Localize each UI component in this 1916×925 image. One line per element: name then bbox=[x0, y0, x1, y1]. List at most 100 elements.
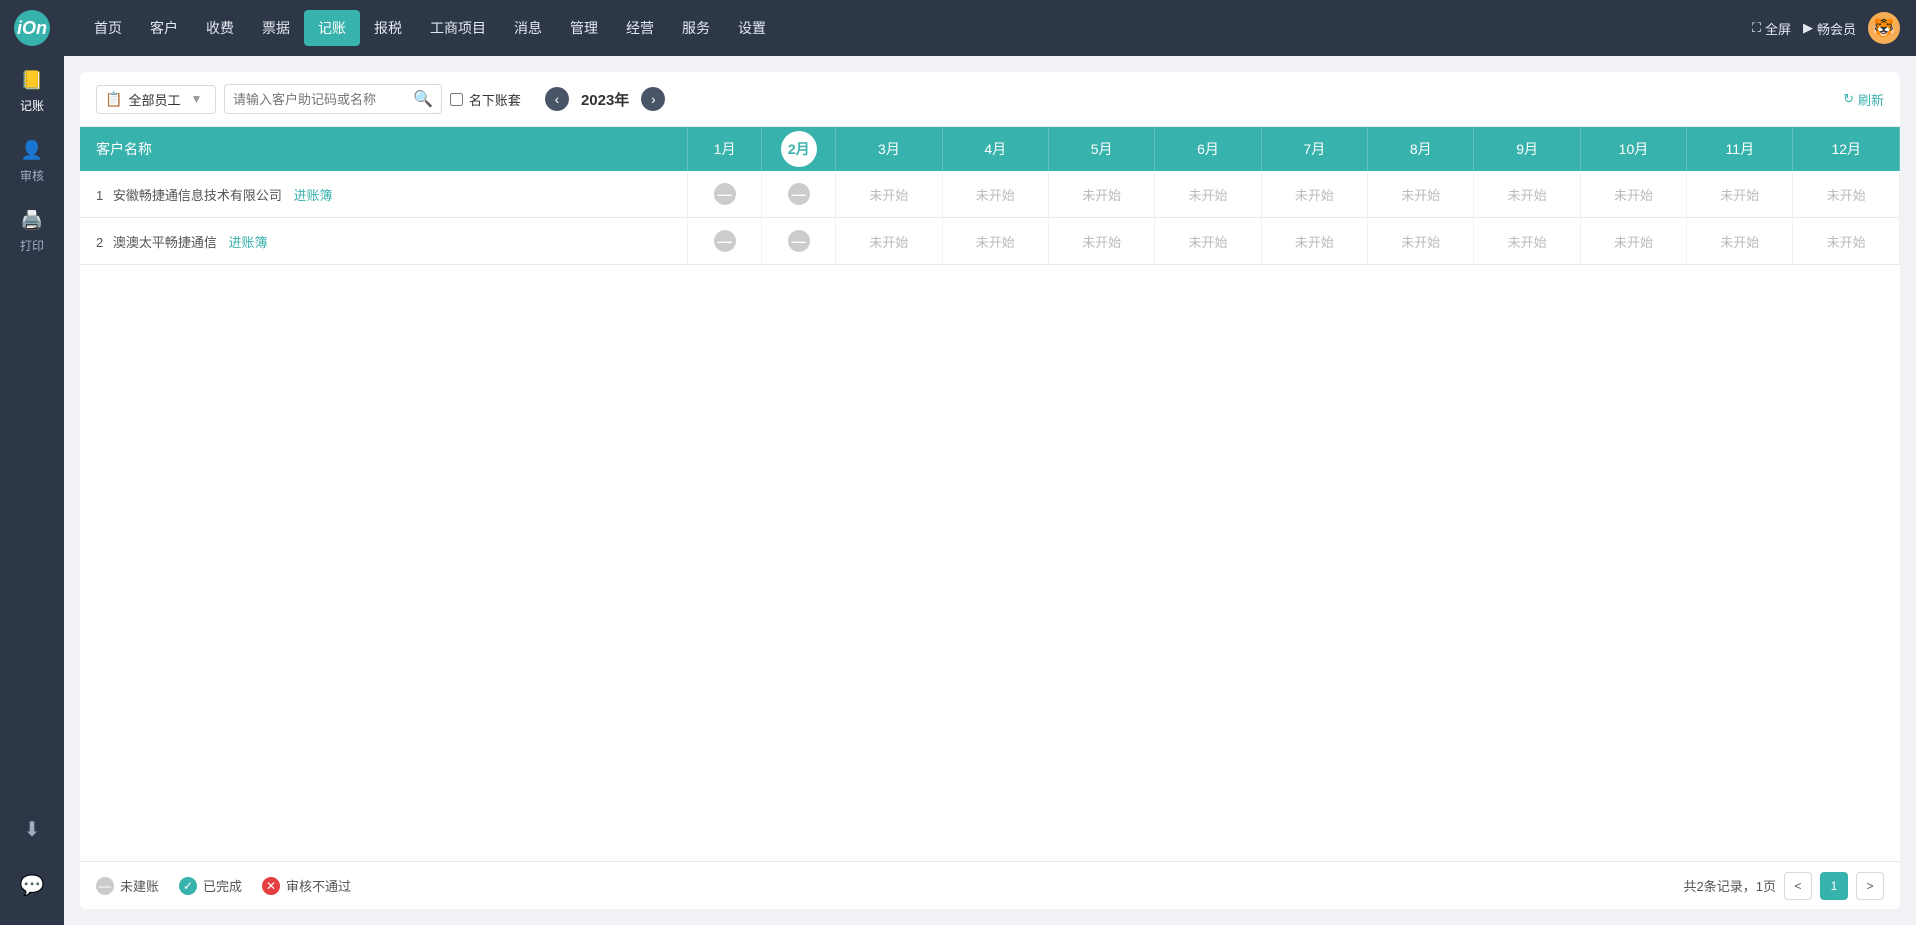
page-1-button[interactable]: 1 bbox=[1820, 872, 1848, 900]
prev-page-button[interactable]: < bbox=[1784, 872, 1812, 900]
download-icon[interactable]: ⬇ bbox=[0, 805, 64, 853]
sidebar-item-label: 打印 bbox=[20, 237, 44, 254]
content-area: 📋 全部员工 ▼ 🔍 名下账套 ‹ 2023年 › bbox=[64, 56, 1916, 925]
not-started-dec-1: 未开始 bbox=[1827, 188, 1866, 203]
col-sep: 9月 bbox=[1474, 127, 1580, 171]
nav-tax[interactable]: 报税 bbox=[360, 10, 416, 46]
search-icon[interactable]: 🔍 bbox=[413, 89, 433, 109]
legend-dot-teal: ✓ bbox=[179, 877, 197, 895]
not-started-mar-1: 未开始 bbox=[869, 188, 908, 203]
fullscreen-label: 全屏 bbox=[1765, 19, 1791, 38]
vip-icon: ▶ bbox=[1803, 20, 1813, 36]
col-client-name: 客户名称 bbox=[80, 127, 688, 171]
legend-label-done: 已完成 bbox=[203, 876, 242, 895]
next-year-button[interactable]: › bbox=[641, 87, 665, 111]
table-row: 1 安徽畅捷通信息技术有限公司 进账簿 — — 未开始 未开始 未开始 未开始 … bbox=[80, 171, 1900, 218]
refresh-label: 刷新 bbox=[1858, 90, 1884, 109]
next-page-button[interactable]: > bbox=[1856, 872, 1884, 900]
nav-business[interactable]: 工商项目 bbox=[416, 10, 500, 46]
nav-right: ⛶ 全屏 ▶ 畅会员 🐯 bbox=[1752, 12, 1900, 44]
checkbox-input[interactable] bbox=[450, 93, 463, 106]
checkbox-label: 名下账套 bbox=[469, 90, 521, 109]
cell-apr-2: 未开始 bbox=[942, 218, 1048, 265]
row-index-1: 1 bbox=[96, 188, 103, 203]
not-started-may-1: 未开始 bbox=[1082, 188, 1121, 203]
not-started-jul-2: 未开始 bbox=[1295, 235, 1334, 250]
cell-oct-2: 未开始 bbox=[1580, 218, 1686, 265]
not-started-apr-1: 未开始 bbox=[976, 188, 1015, 203]
cell-sep-2: 未开始 bbox=[1474, 218, 1580, 265]
sidebar-item-accounting[interactable]: 📒 记账 bbox=[0, 56, 64, 126]
cell-may-2: 未开始 bbox=[1048, 218, 1154, 265]
under-account-checkbox[interactable]: 名下账套 bbox=[450, 90, 521, 109]
chat-icon[interactable]: 💬 bbox=[0, 861, 64, 909]
employee-select-label: 全部员工 bbox=[128, 90, 180, 109]
cell-feb-2: — bbox=[762, 218, 836, 265]
cell-jun-2: 未开始 bbox=[1155, 218, 1261, 265]
not-started-aug-2: 未开始 bbox=[1401, 235, 1440, 250]
fullscreen-icon: ⛶ bbox=[1752, 20, 1761, 36]
enter-link-1[interactable]: 进账簿 bbox=[294, 188, 333, 203]
total-count: 共2条记录，1页 bbox=[1684, 876, 1776, 895]
not-started-sep-2: 未开始 bbox=[1508, 235, 1547, 250]
nav-home[interactable]: 首页 bbox=[80, 10, 136, 46]
main-area: 首页 客户 收费 票据 记账 报税 工商项目 消息 管理 经营 服务 设置 ⛶ … bbox=[64, 0, 1916, 925]
sidebar-item-print[interactable]: 🖨️ 打印 bbox=[0, 196, 64, 266]
fullscreen-button[interactable]: ⛶ 全屏 bbox=[1752, 19, 1791, 38]
accounting-icon: 📒 bbox=[20, 69, 44, 93]
legend-dot-gray: — bbox=[96, 877, 114, 895]
pagination: 共2条记录，1页 < 1 > bbox=[1684, 872, 1884, 900]
not-started-nov-1: 未开始 bbox=[1720, 188, 1759, 203]
audit-icon: 👤 bbox=[20, 139, 44, 163]
current-month-circle: 2月 bbox=[781, 131, 817, 167]
employee-icon: 📋 bbox=[105, 91, 122, 108]
nav-message[interactable]: 消息 bbox=[500, 10, 556, 46]
top-nav: 首页 客户 收费 票据 记账 报税 工商项目 消息 管理 经营 服务 设置 ⛶ … bbox=[64, 0, 1916, 56]
nav-operation[interactable]: 经营 bbox=[612, 10, 668, 46]
prev-year-button[interactable]: ‹ bbox=[545, 87, 569, 111]
col-dec: 12月 bbox=[1793, 127, 1900, 171]
cell-nov-2: 未开始 bbox=[1687, 218, 1793, 265]
cell-nov-1: 未开始 bbox=[1687, 171, 1793, 218]
nav-accounting[interactable]: 记账 bbox=[304, 10, 360, 46]
nav-fee[interactable]: 收费 bbox=[192, 10, 248, 46]
legend-label-rejected: 审核不通过 bbox=[286, 876, 351, 895]
col-mar: 3月 bbox=[836, 127, 942, 171]
not-started-nov-2: 未开始 bbox=[1720, 235, 1759, 250]
search-input[interactable] bbox=[233, 92, 409, 107]
app-logo: iOn bbox=[0, 0, 64, 56]
table-row: 2 澳澳太平畅捷通信 进账簿 — — 未开始 未开始 未开始 未开始 未开始 未… bbox=[80, 218, 1900, 265]
vip-label: 畅会员 bbox=[1817, 19, 1856, 38]
nav-settings[interactable]: 设置 bbox=[724, 10, 780, 46]
legend-rejected: ✕ 审核不通过 bbox=[262, 876, 351, 895]
cell-aug-1: 未开始 bbox=[1368, 171, 1474, 218]
cell-jan-2: — bbox=[688, 218, 762, 265]
nav-customer[interactable]: 客户 bbox=[136, 10, 192, 46]
table-footer: — 未建账 ✓ 已完成 ✕ 审核不通过 共2条记录，1页 < 1 > bbox=[80, 861, 1900, 909]
sidebar: iOn 📒 记账 👤 审核 🖨️ 打印 ⬇ 💬 bbox=[0, 0, 64, 925]
sidebar-item-audit[interactable]: 👤 审核 bbox=[0, 126, 64, 196]
cell-feb-1: — bbox=[762, 171, 836, 218]
sidebar-bottom: ⬇ 💬 bbox=[0, 805, 64, 925]
year-display: 2023年 bbox=[581, 89, 629, 110]
status-dot-feb-1: — bbox=[788, 183, 810, 205]
cell-aug-2: 未开始 bbox=[1368, 218, 1474, 265]
legend-not-built: — 未建账 bbox=[96, 876, 159, 895]
status-dot-jan-2: — bbox=[714, 230, 736, 252]
user-avatar[interactable]: 🐯 bbox=[1868, 12, 1900, 44]
nav-service[interactable]: 服务 bbox=[668, 10, 724, 46]
sidebar-item-label: 记账 bbox=[20, 97, 44, 114]
cell-apr-1: 未开始 bbox=[942, 171, 1048, 218]
vip-button[interactable]: ▶ 畅会员 bbox=[1803, 19, 1856, 38]
not-started-jul-1: 未开始 bbox=[1295, 188, 1334, 203]
col-aug: 8月 bbox=[1368, 127, 1474, 171]
nav-invoice[interactable]: 票据 bbox=[248, 10, 304, 46]
not-started-jun-1: 未开始 bbox=[1189, 188, 1228, 203]
client-name-2: 澳澳太平畅捷通信 bbox=[113, 235, 217, 250]
nav-manage[interactable]: 管理 bbox=[556, 10, 612, 46]
employee-select[interactable]: 📋 全部员工 ▼ bbox=[96, 85, 216, 114]
enter-link-2[interactable]: 进账簿 bbox=[229, 235, 268, 250]
table-header-row: 客户名称 1月 2月 3月 4月 5月 6月 7月 8月 9月 bbox=[80, 127, 1900, 171]
logo-icon: iOn bbox=[14, 10, 50, 46]
refresh-button[interactable]: ↻ 刷新 bbox=[1843, 90, 1884, 109]
